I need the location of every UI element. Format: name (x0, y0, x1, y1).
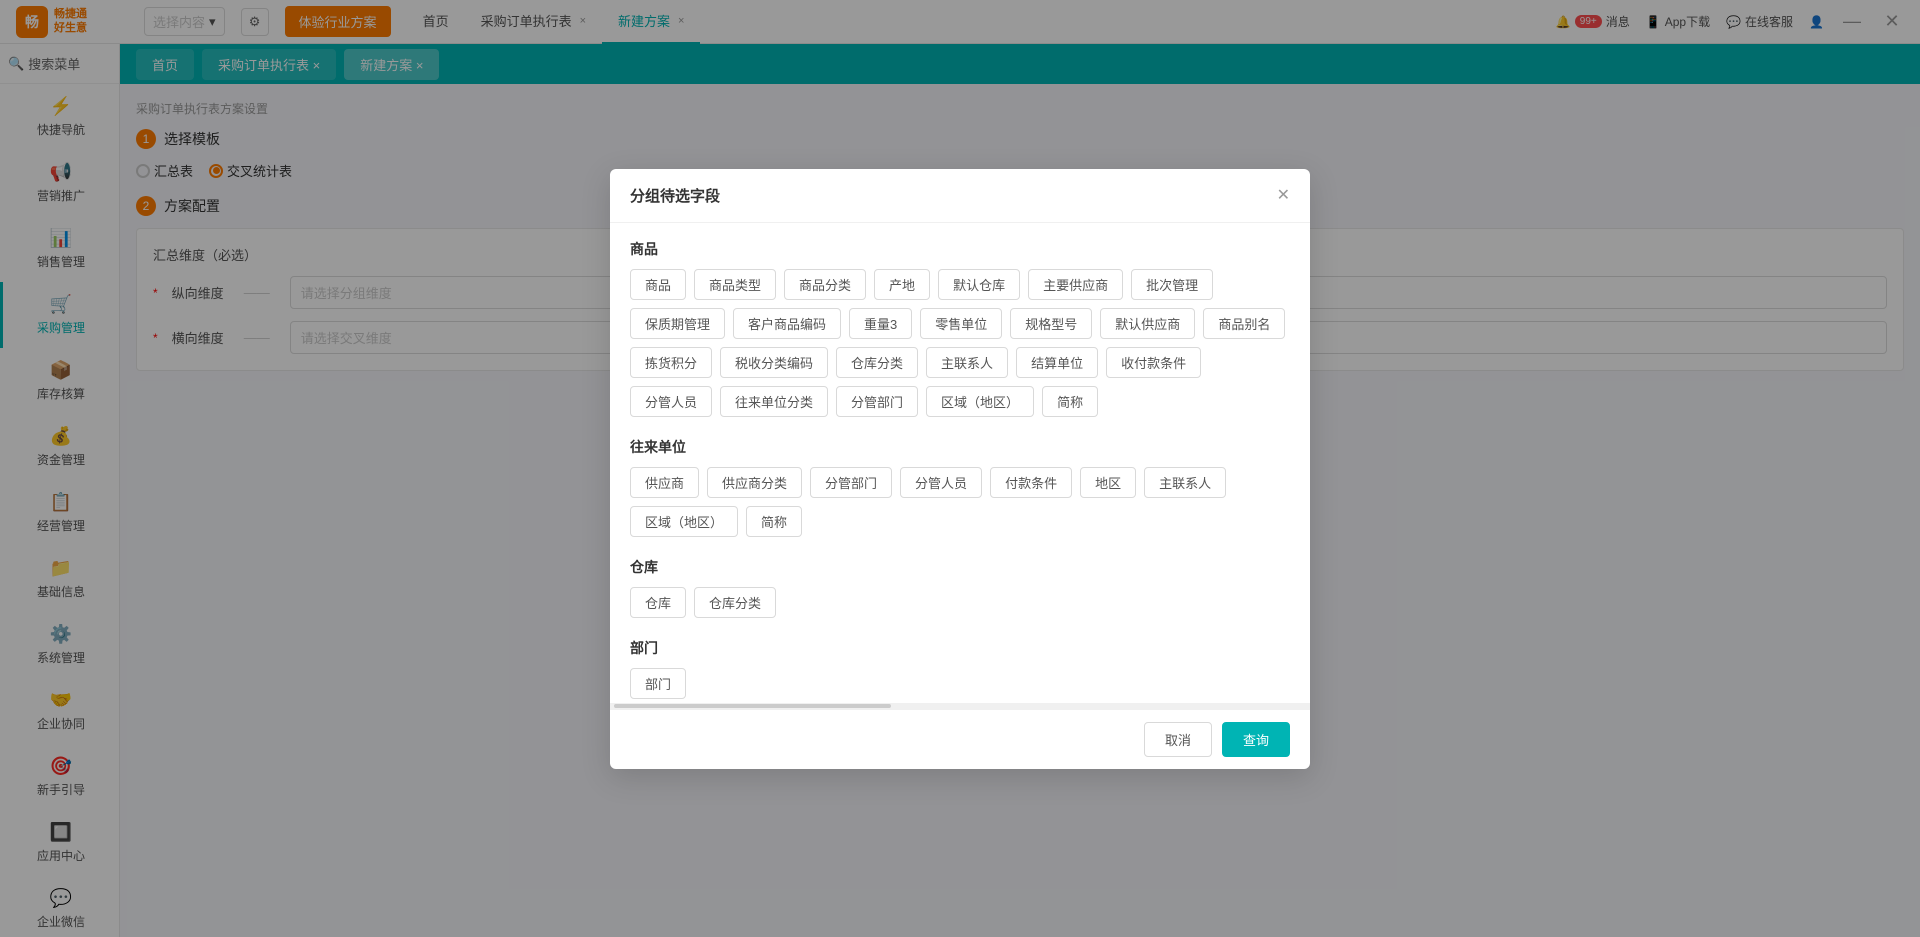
field-tag[interactable]: 零售单位 (920, 308, 1002, 339)
field-tag[interactable]: 仓库分类 (836, 347, 918, 378)
field-tag[interactable]: 客户商品编码 (733, 308, 841, 339)
field-tag[interactable]: 分管人员 (900, 467, 982, 498)
field-group-warehouse: 仓库 仓库 仓库分类 (630, 557, 1290, 618)
field-tag[interactable]: 主联系人 (1144, 467, 1226, 498)
field-tags-partner: 供应商 供应商分类 分管部门 分管人员 付款条件 地区 主联系人 区域（地区） … (630, 467, 1290, 537)
field-tag[interactable]: 默认供应商 (1100, 308, 1195, 339)
field-tag[interactable]: 供应商 (630, 467, 699, 498)
field-tag[interactable]: 付款条件 (990, 467, 1072, 498)
group-title-partner: 往来单位 (630, 437, 1290, 457)
modal-footer: 取消 查询 (610, 709, 1310, 769)
modal-body: 商品 商品 商品类型 商品分类 产地 默认仓库 主要供应商 批次管理 保质期管理… (610, 223, 1310, 704)
group-title-product: 商品 (630, 239, 1290, 259)
field-tag[interactable]: 默认仓库 (938, 269, 1020, 300)
field-group-partner: 往来单位 供应商 供应商分类 分管部门 分管人员 付款条件 地区 主联系人 区域… (630, 437, 1290, 537)
field-tag[interactable]: 部门 (630, 668, 686, 699)
field-group-dept: 部门 部门 (630, 638, 1290, 699)
modal-overlay: 分组待选字段 ✕ 商品 商品 商品类型 商品分类 产地 默认仓库 主要供应商 批… (0, 0, 1920, 937)
field-tag[interactable]: 商品 (630, 269, 686, 300)
field-tag[interactable]: 分管部门 (836, 386, 918, 417)
field-tags-product: 商品 商品类型 商品分类 产地 默认仓库 主要供应商 批次管理 保质期管理 客户… (630, 269, 1290, 417)
field-tag[interactable]: 规格型号 (1010, 308, 1092, 339)
field-tag[interactable]: 分管人员 (630, 386, 712, 417)
field-tag[interactable]: 产地 (874, 269, 930, 300)
field-tags-dept: 部门 (630, 668, 1290, 699)
field-tag[interactable]: 区域（地区） (630, 506, 738, 537)
field-tags-warehouse: 仓库 仓库分类 (630, 587, 1290, 618)
group-title-dept: 部门 (630, 638, 1290, 658)
confirm-button[interactable]: 查询 (1222, 722, 1290, 757)
modal-hscroll-thumb (614, 704, 891, 708)
field-tag[interactable]: 供应商分类 (707, 467, 802, 498)
field-tag[interactable]: 商品分类 (784, 269, 866, 300)
field-tag[interactable]: 保质期管理 (630, 308, 725, 339)
field-tag[interactable]: 分管部门 (810, 467, 892, 498)
field-tag[interactable]: 商品别名 (1203, 308, 1285, 339)
field-tag[interactable]: 商品类型 (694, 269, 776, 300)
field-tag[interactable]: 主联系人 (926, 347, 1008, 378)
modal-close-button[interactable]: ✕ (1277, 185, 1290, 205)
field-tag[interactable]: 主要供应商 (1028, 269, 1123, 300)
field-tag[interactable]: 简称 (746, 506, 802, 537)
cancel-button[interactable]: 取消 (1144, 722, 1212, 757)
field-tag[interactable]: 收付款条件 (1106, 347, 1201, 378)
modal-title: 分组待选字段 (630, 185, 720, 206)
field-tag[interactable]: 往来单位分类 (720, 386, 828, 417)
field-tag[interactable]: 区域（地区） (926, 386, 1034, 417)
field-tag[interactable]: 拣货积分 (630, 347, 712, 378)
field-select-modal: 分组待选字段 ✕ 商品 商品 商品类型 商品分类 产地 默认仓库 主要供应商 批… (610, 169, 1310, 769)
field-tag[interactable]: 结算单位 (1016, 347, 1098, 378)
field-tag[interactable]: 仓库分类 (694, 587, 776, 618)
field-tag[interactable]: 仓库 (630, 587, 686, 618)
group-title-warehouse: 仓库 (630, 557, 1290, 577)
field-tag[interactable]: 地区 (1080, 467, 1136, 498)
field-group-product: 商品 商品 商品类型 商品分类 产地 默认仓库 主要供应商 批次管理 保质期管理… (630, 239, 1290, 417)
field-tag[interactable]: 批次管理 (1131, 269, 1213, 300)
field-tag[interactable]: 税收分类编码 (720, 347, 828, 378)
field-tag[interactable]: 重量3 (849, 308, 912, 339)
field-tag[interactable]: 简称 (1042, 386, 1098, 417)
modal-header: 分组待选字段 ✕ (610, 169, 1310, 223)
